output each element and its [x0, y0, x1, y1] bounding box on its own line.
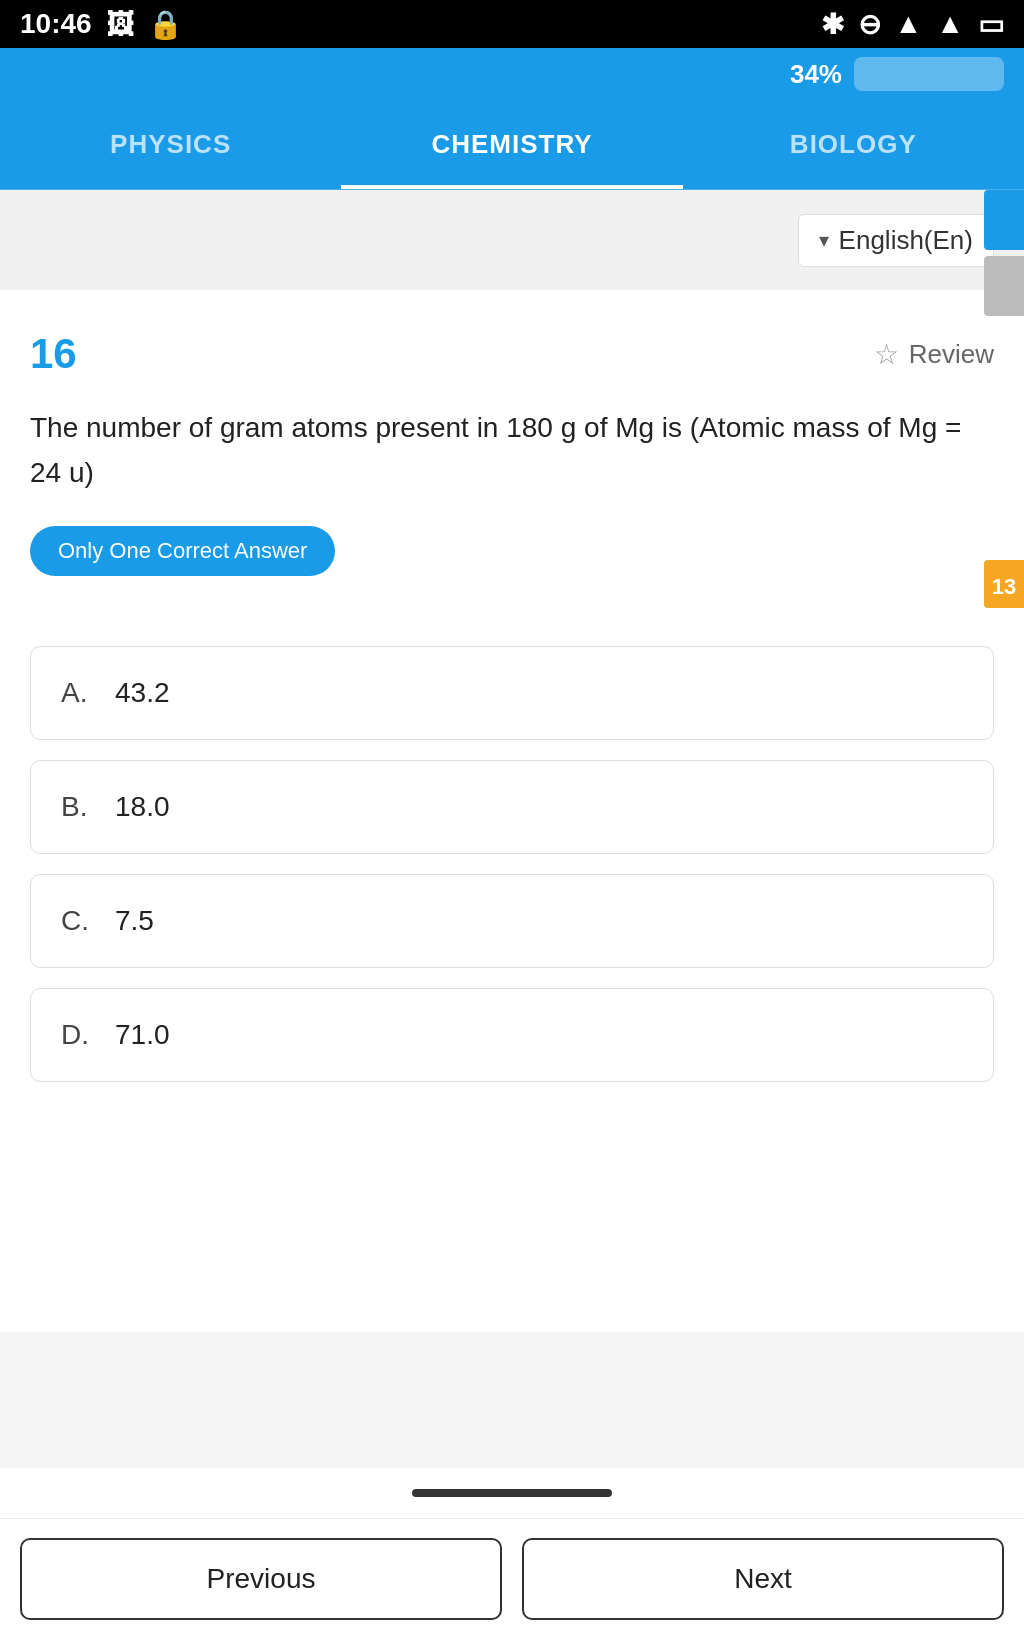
- option-c-value: 7.5: [115, 905, 154, 937]
- options-container: A. 43.2 B. 18.0 C. 7.5 D. 71.0: [0, 636, 1024, 1132]
- status-bar-right: ✱ ⊖ ▲ ▲ ▭: [821, 8, 1004, 41]
- question-text: The number of gram atoms present in 180 …: [30, 406, 994, 496]
- lock-icon: 🔒: [148, 8, 183, 41]
- side-panel: [984, 190, 1024, 316]
- side-panel-blue-btn[interactable]: [984, 190, 1024, 250]
- language-selector[interactable]: ▾ English(En): [798, 214, 994, 267]
- home-bar: [412, 1489, 612, 1497]
- option-b-value: 18.0: [115, 791, 170, 823]
- tab-biology[interactable]: BIOLOGY: [683, 100, 1024, 189]
- wifi-icon: ▲: [936, 8, 964, 40]
- question-number: 16: [30, 330, 77, 378]
- option-b-letter: B.: [61, 791, 91, 823]
- subject-tabs: PHYSICS CHEMISTRY BIOLOGY: [0, 100, 1024, 190]
- answer-type-badge: Only One Correct Answer: [30, 526, 335, 576]
- option-b[interactable]: B. 18.0: [30, 760, 994, 854]
- signal-up-icon: ▲: [895, 8, 923, 40]
- option-c[interactable]: C. 7.5: [30, 874, 994, 968]
- progress-text: 34%: [790, 59, 842, 90]
- progress-bar-area: 34%: [0, 48, 1024, 100]
- tab-chemistry[interactable]: CHEMISTRY: [341, 100, 682, 189]
- question-header: 16 ☆ Review: [30, 330, 994, 378]
- orange-badge-number: 13: [992, 574, 1016, 600]
- battery-icon: ▭: [978, 8, 1004, 41]
- status-bar: 10:46 🖼 🔒 ✱ ⊖ ▲ ▲ ▭: [0, 0, 1024, 48]
- home-indicator: [0, 1468, 1024, 1518]
- option-d-letter: D.: [61, 1019, 91, 1051]
- option-c-letter: C.: [61, 905, 91, 937]
- option-d-value: 71.0: [115, 1019, 170, 1051]
- bluetooth-icon: ✱: [821, 8, 844, 41]
- review-button[interactable]: ☆ Review: [874, 338, 994, 371]
- language-area: ▾ English(En): [0, 190, 1024, 290]
- circle-minus-icon: ⊖: [858, 8, 881, 41]
- question-container: 16 ☆ Review The number of gram atoms pre…: [0, 290, 1024, 636]
- image-icon: 🖼: [106, 8, 134, 41]
- side-panel-gray-btn[interactable]: [984, 256, 1024, 316]
- option-a-value: 43.2: [115, 677, 170, 709]
- status-bar-left: 10:46 🖼 🔒: [20, 8, 183, 41]
- star-icon: ☆: [874, 338, 899, 371]
- option-d[interactable]: D. 71.0: [30, 988, 994, 1082]
- language-label: English(En): [839, 225, 973, 256]
- side-panel-orange[interactable]: 13: [984, 560, 1024, 608]
- tab-physics[interactable]: PHYSICS: [0, 100, 341, 189]
- previous-button[interactable]: Previous: [20, 1538, 502, 1620]
- option-a[interactable]: A. 43.2: [30, 646, 994, 740]
- bottom-navigation: Previous Next: [0, 1518, 1024, 1638]
- progress-box: [854, 57, 1004, 91]
- content-spacer: [0, 1132, 1024, 1332]
- chevron-down-icon: ▾: [819, 228, 829, 252]
- next-button[interactable]: Next: [522, 1538, 1004, 1620]
- review-label: Review: [909, 339, 994, 370]
- option-a-letter: A.: [61, 677, 91, 709]
- status-time: 10:46: [20, 8, 92, 40]
